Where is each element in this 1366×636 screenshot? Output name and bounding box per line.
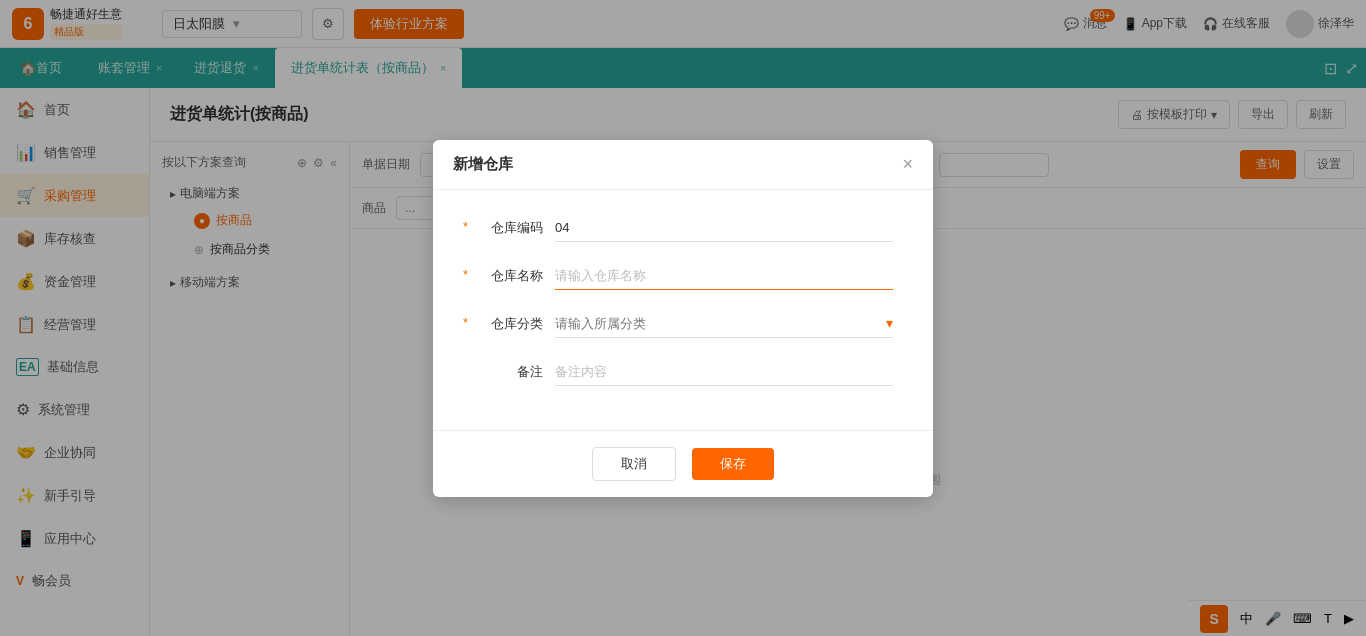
form-row-name: 仓库名称 xyxy=(473,262,893,290)
cancel-button[interactable]: 取消 xyxy=(592,447,676,481)
modal-footer: 取消 保存 xyxy=(433,430,933,497)
modal-close-button[interactable]: × xyxy=(902,154,913,175)
category-label: 仓库分类 xyxy=(473,315,543,333)
name-input[interactable] xyxy=(555,262,893,290)
code-label: 仓库编码 xyxy=(473,219,543,237)
modal-overlay[interactable]: 新增仓库 × 仓库编码 仓库名称 仓库分类 ▾ xyxy=(0,0,1366,636)
category-dropdown-arrow[interactable]: ▾ xyxy=(886,315,893,331)
modal-title: 新增仓库 xyxy=(453,155,513,174)
modal-body: 仓库编码 仓库名称 仓库分类 ▾ 备注 xyxy=(433,190,933,430)
name-label: 仓库名称 xyxy=(473,267,543,285)
form-row-category: 仓库分类 ▾ xyxy=(473,310,893,338)
form-row-note: 备注 xyxy=(473,358,893,386)
category-select-wrap: ▾ xyxy=(555,310,893,338)
code-input[interactable] xyxy=(555,214,893,242)
modal-header: 新增仓库 × xyxy=(433,140,933,190)
add-warehouse-modal: 新增仓库 × 仓库编码 仓库名称 仓库分类 ▾ xyxy=(433,140,933,497)
form-row-code: 仓库编码 xyxy=(473,214,893,242)
save-button[interactable]: 保存 xyxy=(692,448,774,480)
category-input[interactable] xyxy=(555,310,886,337)
note-input[interactable] xyxy=(555,358,893,386)
note-label: 备注 xyxy=(473,363,543,381)
